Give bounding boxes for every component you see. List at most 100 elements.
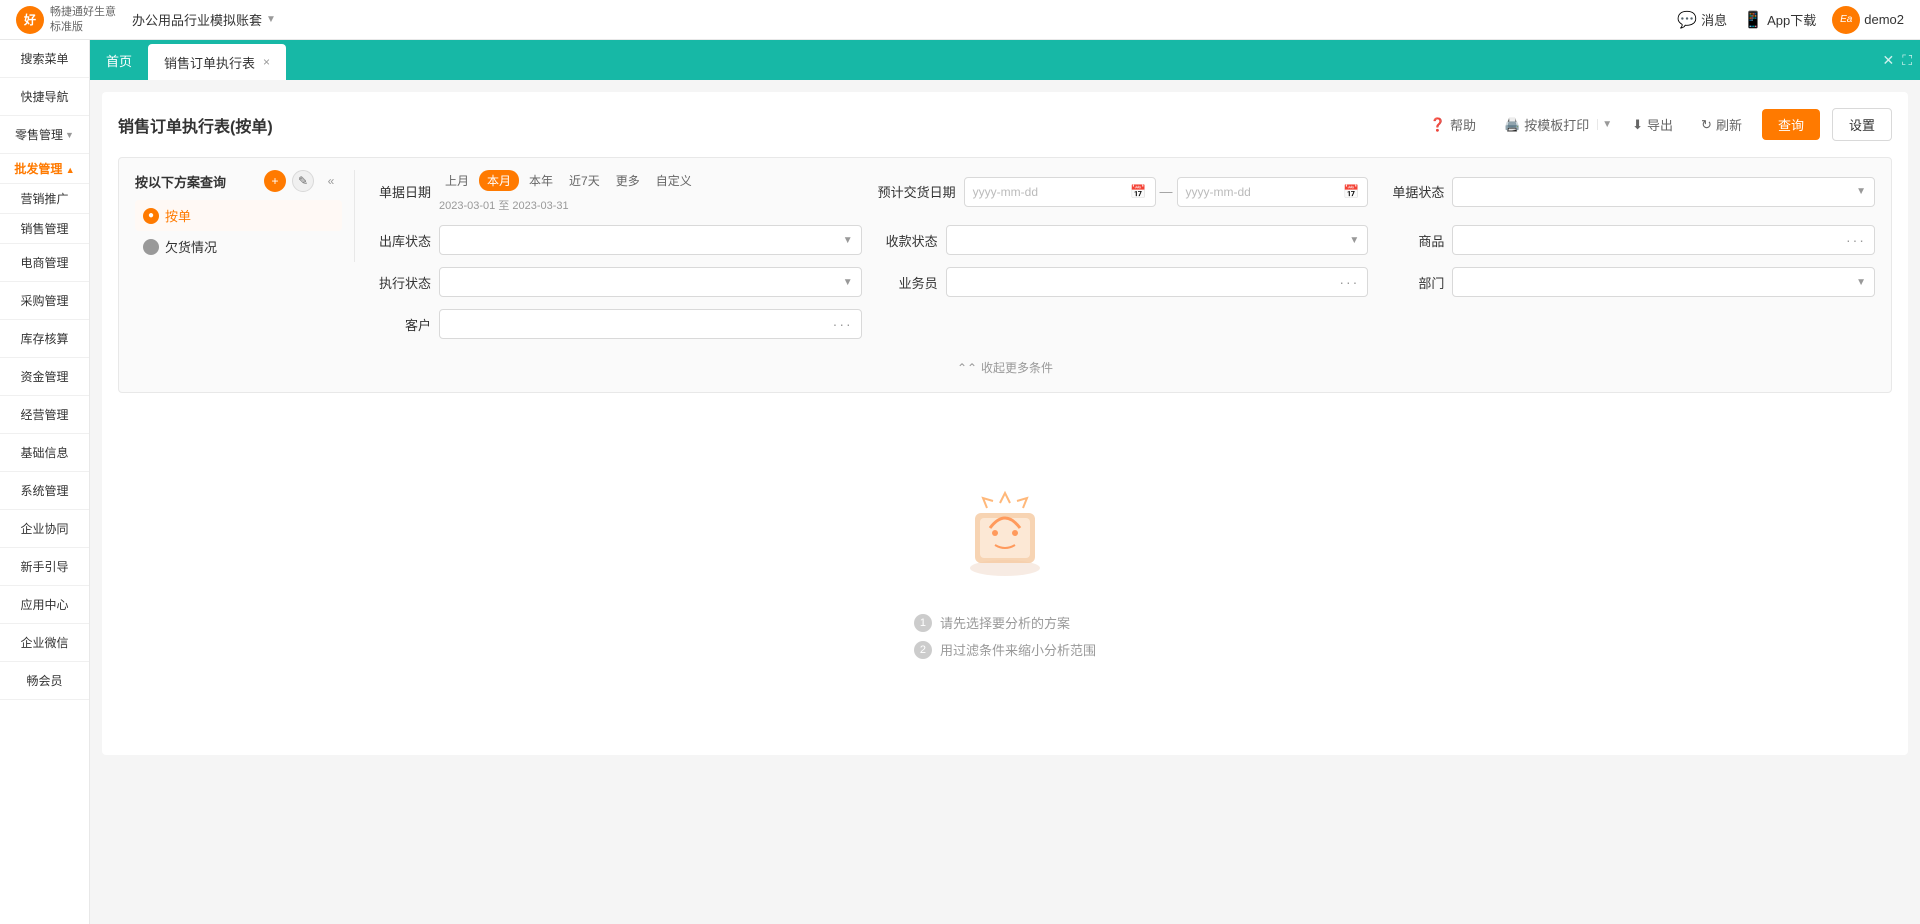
- date-tab-last-month[interactable]: 上月: [439, 170, 475, 191]
- sidebar-item-finance-mgmt[interactable]: 资金管理: [0, 358, 89, 396]
- window-maximize-btn[interactable]: ⛶: [1902, 52, 1912, 69]
- sidebar-item-inventory[interactable]: 库存核算: [0, 320, 89, 358]
- page-inner: 销售订单执行表(按单) ❓ 帮助 🖨️ 按模板打印 ▼: [102, 92, 1908, 755]
- sidebar: 搜索菜单 快捷导航 零售管理 ▼ 批发管理 ▲ 营销推广 销售管理 电商管理 采…: [0, 40, 90, 924]
- dept-select[interactable]: ▼: [1452, 267, 1875, 297]
- right-filters: 单据日期 上月 本月 本年 近7天 更多 自定义: [355, 170, 1875, 339]
- nav-company-item[interactable]: 办公用品行业模拟账套 ▼: [124, 10, 284, 29]
- collapse-button[interactable]: ⌃⌃ 收起更多条件: [957, 359, 1053, 376]
- expected-date-label: 预计交货日期: [878, 182, 956, 201]
- empty-state-illustration: [945, 473, 1065, 593]
- exec-status-select[interactable]: ▼: [439, 267, 862, 297]
- scheme-item-owed-goods[interactable]: ○ 欠货情况: [135, 231, 342, 262]
- refresh-button[interactable]: ↻ 刷新: [1693, 111, 1750, 138]
- left-panel-header: 按以下方案查询 + ✎ «: [135, 170, 342, 192]
- sidebar-item-ecom-mgmt[interactable]: 电商管理: [0, 244, 89, 282]
- tab-home[interactable]: 首页: [90, 40, 148, 80]
- filter-cell-doc-status: 单据状态 ▼: [1384, 170, 1875, 213]
- sidebar-item-operations-mgmt[interactable]: 经营管理: [0, 396, 89, 434]
- date-filter-group: 上月 本月 本年 近7天 更多 自定义 2023-03-01 至 2023-03…: [439, 170, 862, 213]
- message-action[interactable]: 💬 消息: [1677, 10, 1727, 30]
- filter-row-4: 客户 ···: [371, 309, 1875, 339]
- date-tab-this-month[interactable]: 本月: [479, 170, 519, 191]
- sidebar-item-app-center[interactable]: 应用中心: [0, 586, 89, 624]
- settings-button[interactable]: 设置: [1832, 108, 1892, 141]
- sidebar-item-enterprise-collab[interactable]: 企业协同: [0, 510, 89, 548]
- empty-tips: 1 请先选择要分析的方案 2 用过滤条件来缩小分析范围: [914, 613, 1096, 659]
- sidebar-item-wholesale-mgmt[interactable]: 批发管理 ▲: [0, 154, 89, 184]
- filter-cell-collection-status: 收款状态 ▼: [878, 225, 1369, 255]
- salesperson-label: 业务员: [878, 273, 938, 292]
- doc-status-arrow-icon: ▼: [1856, 186, 1866, 197]
- date-range-text: 2023-03-01 至 2023-03-31: [439, 197, 862, 213]
- filter-area: 按以下方案查询 + ✎ « ● 按单: [118, 157, 1892, 393]
- user-profile[interactable]: Ea demo2: [1832, 6, 1904, 34]
- print-dropdown-arrow[interactable]: ▼: [1597, 119, 1612, 130]
- expected-date-end[interactable]: yyyy-mm-dd 📅: [1177, 177, 1369, 207]
- app-download-action[interactable]: 📱 App下载: [1743, 10, 1816, 30]
- sidebar-item-system-mgmt[interactable]: 系统管理: [0, 472, 89, 510]
- query-button[interactable]: 查询: [1762, 109, 1820, 140]
- sidebar-item-search-menu[interactable]: 搜索菜单: [0, 40, 89, 78]
- page-title-row: 销售订单执行表(按单) ❓ 帮助 🖨️ 按模板打印 ▼: [118, 108, 1892, 141]
- goods-input[interactable]: ···: [1452, 225, 1875, 255]
- sidebar-item-marketing[interactable]: 营销推广: [0, 184, 89, 214]
- retail-arrow-icon: ▼: [65, 130, 74, 140]
- doc-status-label: 单据状态: [1384, 182, 1444, 201]
- delivery-status-arrow-icon: ▼: [843, 235, 853, 246]
- help-button[interactable]: ❓ 帮助: [1422, 111, 1484, 138]
- collection-status-label: 收款状态: [878, 231, 938, 250]
- top-bar-right: 💬 消息 📱 App下载 Ea demo2: [1677, 6, 1904, 34]
- tip-num-1: 1: [914, 614, 932, 632]
- sidebar-item-member[interactable]: 畅会员: [0, 662, 89, 700]
- sidebar-item-purchase-mgmt[interactable]: 采购管理: [0, 282, 89, 320]
- tab-close-icon[interactable]: ×: [263, 55, 270, 69]
- add-scheme-button[interactable]: +: [264, 170, 286, 192]
- customer-label: 客户: [371, 315, 431, 334]
- print-button-group: 🖨️ 按模板打印 ▼: [1496, 111, 1612, 138]
- print-button[interactable]: 🖨️ 按模板打印: [1496, 111, 1597, 138]
- collapse-bar: ⌃⌃ 收起更多条件: [135, 351, 1875, 380]
- exec-status-label: 执行状态: [371, 273, 431, 292]
- sidebar-item-basic-info[interactable]: 基础信息: [0, 434, 89, 472]
- sidebar-item-new-guide[interactable]: 新手引导: [0, 548, 89, 586]
- logo-area: 好 畅捷通好生意 标准版: [16, 5, 116, 34]
- date-tab-this-year[interactable]: 本年: [523, 170, 559, 191]
- date-tab-more[interactable]: 更多: [610, 170, 646, 191]
- sidebar-item-enterprise-wechat[interactable]: 企业微信: [0, 624, 89, 662]
- calendar-icon-end: 📅: [1343, 184, 1359, 200]
- delivery-status-select[interactable]: ▼: [439, 225, 862, 255]
- sidebar-item-quick-nav[interactable]: 快捷导航: [0, 78, 89, 116]
- filter-cell-exec-status: 执行状态 ▼: [371, 267, 862, 297]
- date-tab-custom[interactable]: 自定义: [650, 170, 698, 191]
- export-button[interactable]: ⬇ 导出: [1624, 111, 1681, 138]
- help-icon: ❓: [1430, 117, 1446, 133]
- sidebar-item-retail-mgmt[interactable]: 零售管理 ▼: [0, 116, 89, 154]
- calendar-icon-start: 📅: [1130, 184, 1146, 200]
- export-icon: ⬇: [1632, 117, 1643, 133]
- left-panel-icons: + ✎ «: [264, 170, 342, 192]
- collapse-panel-button[interactable]: «: [320, 170, 342, 192]
- print-icon: 🖨️: [1504, 117, 1520, 133]
- customer-input[interactable]: ···: [439, 309, 862, 339]
- expected-date-start[interactable]: yyyy-mm-dd 📅: [964, 177, 1156, 207]
- logo-icon: 好: [16, 6, 44, 34]
- doc-status-select[interactable]: ▼: [1452, 177, 1875, 207]
- filter-row-main: 按以下方案查询 + ✎ « ● 按单: [135, 170, 1875, 339]
- dept-arrow-icon: ▼: [1856, 277, 1866, 288]
- date-tab-last-7-days[interactable]: 近7天: [563, 170, 606, 191]
- left-panel-title: 按以下方案查询: [135, 172, 226, 191]
- scheme-icon-by-order: ●: [143, 208, 159, 224]
- collection-status-select[interactable]: ▼: [946, 225, 1369, 255]
- filter-cell-salesperson: 业务员 ···: [878, 267, 1369, 297]
- sidebar-item-sales-mgmt[interactable]: 销售管理: [0, 214, 89, 244]
- tab-sales-order[interactable]: 销售订单执行表 ×: [148, 44, 286, 80]
- nav-arrow-icon: ▼: [266, 14, 276, 25]
- top-bar: 好 畅捷通好生意 标准版 办公用品行业模拟账套 ▼ 💬 消息 📱 App下载 E…: [0, 0, 1920, 40]
- date-filter-label: 单据日期: [371, 182, 431, 201]
- edit-scheme-button[interactable]: ✎: [292, 170, 314, 192]
- salesperson-input[interactable]: ···: [946, 267, 1369, 297]
- window-close-btn[interactable]: ✕: [1882, 52, 1894, 69]
- scheme-list: ● 按单 ○ 欠货情况: [135, 200, 342, 262]
- scheme-item-by-order[interactable]: ● 按单: [135, 200, 342, 231]
